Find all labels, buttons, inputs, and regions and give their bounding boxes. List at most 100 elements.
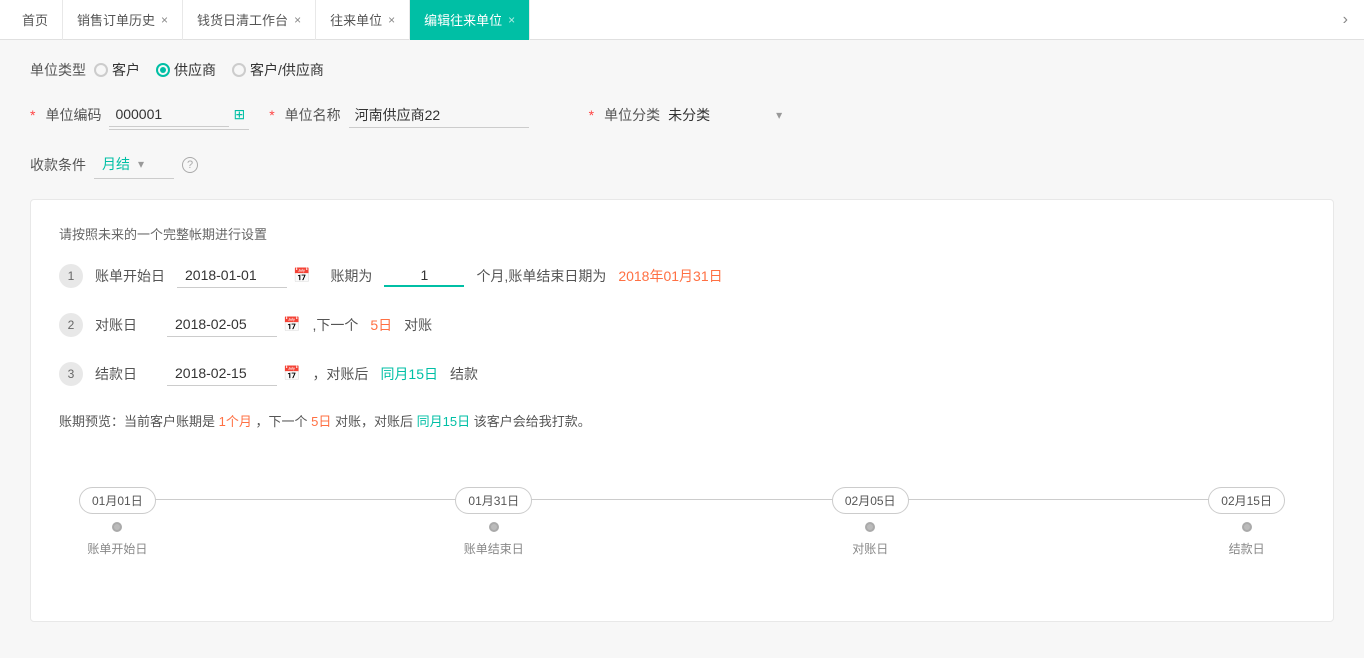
unit-info-row: * 单位编码 ⊞ * 单位名称 * 单位分类 未分类 ▾ xyxy=(30,100,1334,130)
row-label-3: 结款日 xyxy=(95,364,155,384)
tab-home-label: 首页 xyxy=(22,10,48,29)
unit-class-dropdown[interactable]: 未分类 ▾ xyxy=(668,105,848,125)
unit-class-required: * xyxy=(589,107,594,123)
unit-name-group: * 单位名称 xyxy=(269,103,528,128)
unit-code-input[interactable] xyxy=(109,102,229,127)
unit-code-input-wrapper: ⊞ xyxy=(109,100,249,130)
setting-row-1: 1 账单开始日 📅 账期为 个月,账单结束日期为 2018年01月31日 xyxy=(59,263,1305,288)
period-end-date: 2018年01月31日 xyxy=(618,266,722,286)
tabs-bar: 首页 销售订单历史 × 钱货日清工作台 × 往来单位 × 编辑往来单位 × › xyxy=(0,0,1364,40)
payment-value: 月结 xyxy=(102,154,130,174)
tab-partner-unit-label: 往来单位 xyxy=(330,10,382,29)
unit-code-group: * 单位编码 ⊞ xyxy=(30,100,249,130)
reconcile-prefix: ,下一个 xyxy=(312,315,358,335)
date-field-2: 📅 xyxy=(167,312,300,337)
preview-part3: 同月15日 xyxy=(417,414,470,429)
chevron-down-icon-payment: ▾ xyxy=(138,157,144,171)
tab-cash-clearing[interactable]: 钱货日清工作台 × xyxy=(183,0,316,40)
unit-class-value: 未分类 xyxy=(668,105,710,125)
calendar-icon-3[interactable]: 📅 xyxy=(283,365,300,382)
date-input-2[interactable] xyxy=(167,312,277,337)
row-label-2: 对账日 xyxy=(95,315,155,335)
unit-type-group: 单位类型 客户 供应商 客户/供应商 xyxy=(30,60,324,80)
settings-card: 请按照未来的一个完整帐期进行设置 1 账单开始日 📅 账期为 个月,账单结束日期… xyxy=(30,199,1334,622)
radio-supplier[interactable]: 供应商 xyxy=(156,60,216,80)
payment-label: 收款条件 xyxy=(30,155,86,175)
tab-sales-history-close[interactable]: × xyxy=(161,13,168,27)
unit-type-radio-group: 客户 供应商 客户/供应商 xyxy=(94,60,324,80)
timeline-dot-4 xyxy=(1242,522,1252,532)
radio-customer-circle xyxy=(94,63,108,77)
unit-type-label: 单位类型 xyxy=(30,60,86,80)
tabs-expand-button[interactable]: › xyxy=(1335,11,1356,29)
payment-dropdown[interactable]: 月结 ▾ xyxy=(94,150,174,179)
card-subtitle: 请按照未来的一个完整帐期进行设置 xyxy=(59,224,1305,243)
reconcile-suffix: 对账 xyxy=(404,315,432,335)
unit-type-row: 单位类型 客户 供应商 客户/供应商 xyxy=(30,60,1334,80)
timeline-label-4: 结款日 xyxy=(1229,540,1265,557)
radio-both-circle xyxy=(232,63,246,77)
tab-partner-unit-close[interactable]: × xyxy=(388,13,395,27)
calendar-icon-2[interactable]: 📅 xyxy=(283,316,300,333)
preview-part1: 1个月 xyxy=(219,414,252,429)
tab-partner-unit[interactable]: 往来单位 × xyxy=(316,0,410,40)
payment-group: 收款条件 月结 ▾ ? xyxy=(30,150,198,179)
tab-edit-partner-label: 编辑往来单位 xyxy=(424,10,502,29)
preview-text: 账期预览：当前客户账期是 1个月 ，下一个 5日 对账，对账后 同月15日 该客… xyxy=(59,410,1305,433)
unit-name-label: 单位名称 xyxy=(285,105,341,125)
unit-class-group: * 单位分类 未分类 ▾ xyxy=(589,105,848,125)
payment-reconcile-prefix: ，对账后 xyxy=(312,364,368,384)
tab-sales-history-label: 销售订单历史 xyxy=(77,10,155,29)
unit-code-copy-icon[interactable]: ⊞ xyxy=(229,106,249,123)
tab-home[interactable]: 首页 xyxy=(8,0,63,40)
payment-suffix: 结款 xyxy=(450,364,478,384)
page-content: 单位类型 客户 供应商 客户/供应商 * 单位编码 xyxy=(0,40,1364,658)
radio-customer[interactable]: 客户 xyxy=(94,60,140,80)
reconcile-day: 5日 xyxy=(370,315,392,335)
tab-edit-partner[interactable]: 编辑往来单位 × xyxy=(410,0,530,40)
timeline-point-3: 02月05日 对账日 xyxy=(832,487,909,557)
row-number-2: 2 xyxy=(59,313,83,337)
timeline-badge-2: 01月31日 xyxy=(455,487,532,514)
timeline-dot-3 xyxy=(865,522,875,532)
radio-supplier-circle xyxy=(156,63,170,77)
tab-sales-history[interactable]: 销售订单历史 × xyxy=(63,0,183,40)
radio-customer-label: 客户 xyxy=(112,60,140,80)
timeline-label-2: 账单结束日 xyxy=(464,540,524,557)
date-field-1: 📅 xyxy=(177,263,310,288)
date-input-3[interactable] xyxy=(167,361,277,386)
help-icon[interactable]: ? xyxy=(182,157,198,173)
timeline-point-4: 02月15日 结款日 xyxy=(1208,487,1285,557)
tab-cash-clearing-label: 钱货日清工作台 xyxy=(197,10,288,29)
setting-row-2: 2 对账日 📅 ,下一个 5日 对账 xyxy=(59,312,1305,337)
timeline-badge-1: 01月01日 xyxy=(79,487,156,514)
row-label-1: 账单开始日 xyxy=(95,266,165,286)
timeline-dot-2 xyxy=(489,522,499,532)
unit-name-input[interactable] xyxy=(349,103,529,128)
timeline-badge-4: 02月15日 xyxy=(1208,487,1285,514)
date-field-3: 📅 xyxy=(167,361,300,386)
preview-sep2: 对账，对账后 xyxy=(335,414,413,429)
radio-both[interactable]: 客户/供应商 xyxy=(232,60,324,80)
timeline-points: 01月01日 账单开始日 01月31日 账单结束日 02月05日 对账日 xyxy=(79,487,1285,557)
row-number-1: 1 xyxy=(59,264,83,288)
period-input[interactable] xyxy=(384,265,464,287)
period-prefix: 账期为 xyxy=(330,266,372,286)
radio-both-label: 客户/供应商 xyxy=(250,60,324,80)
preview-sep1: ，下一个 xyxy=(256,414,308,429)
date-input-1[interactable] xyxy=(177,263,287,288)
preview-end: 该客户会给我打款。 xyxy=(474,414,591,429)
timeline-container: 01月01日 账单开始日 01月31日 账单结束日 02月05日 对账日 xyxy=(59,457,1305,597)
timeline-point-2: 01月31日 账单结束日 xyxy=(455,487,532,557)
radio-supplier-label: 供应商 xyxy=(174,60,216,80)
period-suffix: 个月,账单结束日期为 xyxy=(476,266,606,286)
unit-code-label: 单位编码 xyxy=(45,105,101,125)
unit-name-required: * xyxy=(269,107,274,123)
timeline-dot-1 xyxy=(112,522,122,532)
timeline-label-3: 对账日 xyxy=(852,540,888,557)
preview-part2: 5日 xyxy=(311,414,331,429)
tab-cash-clearing-close[interactable]: × xyxy=(294,13,301,27)
tab-edit-partner-close[interactable]: × xyxy=(508,13,515,27)
calendar-icon-1[interactable]: 📅 xyxy=(293,267,310,284)
timeline-point-1: 01月01日 账单开始日 xyxy=(79,487,156,557)
